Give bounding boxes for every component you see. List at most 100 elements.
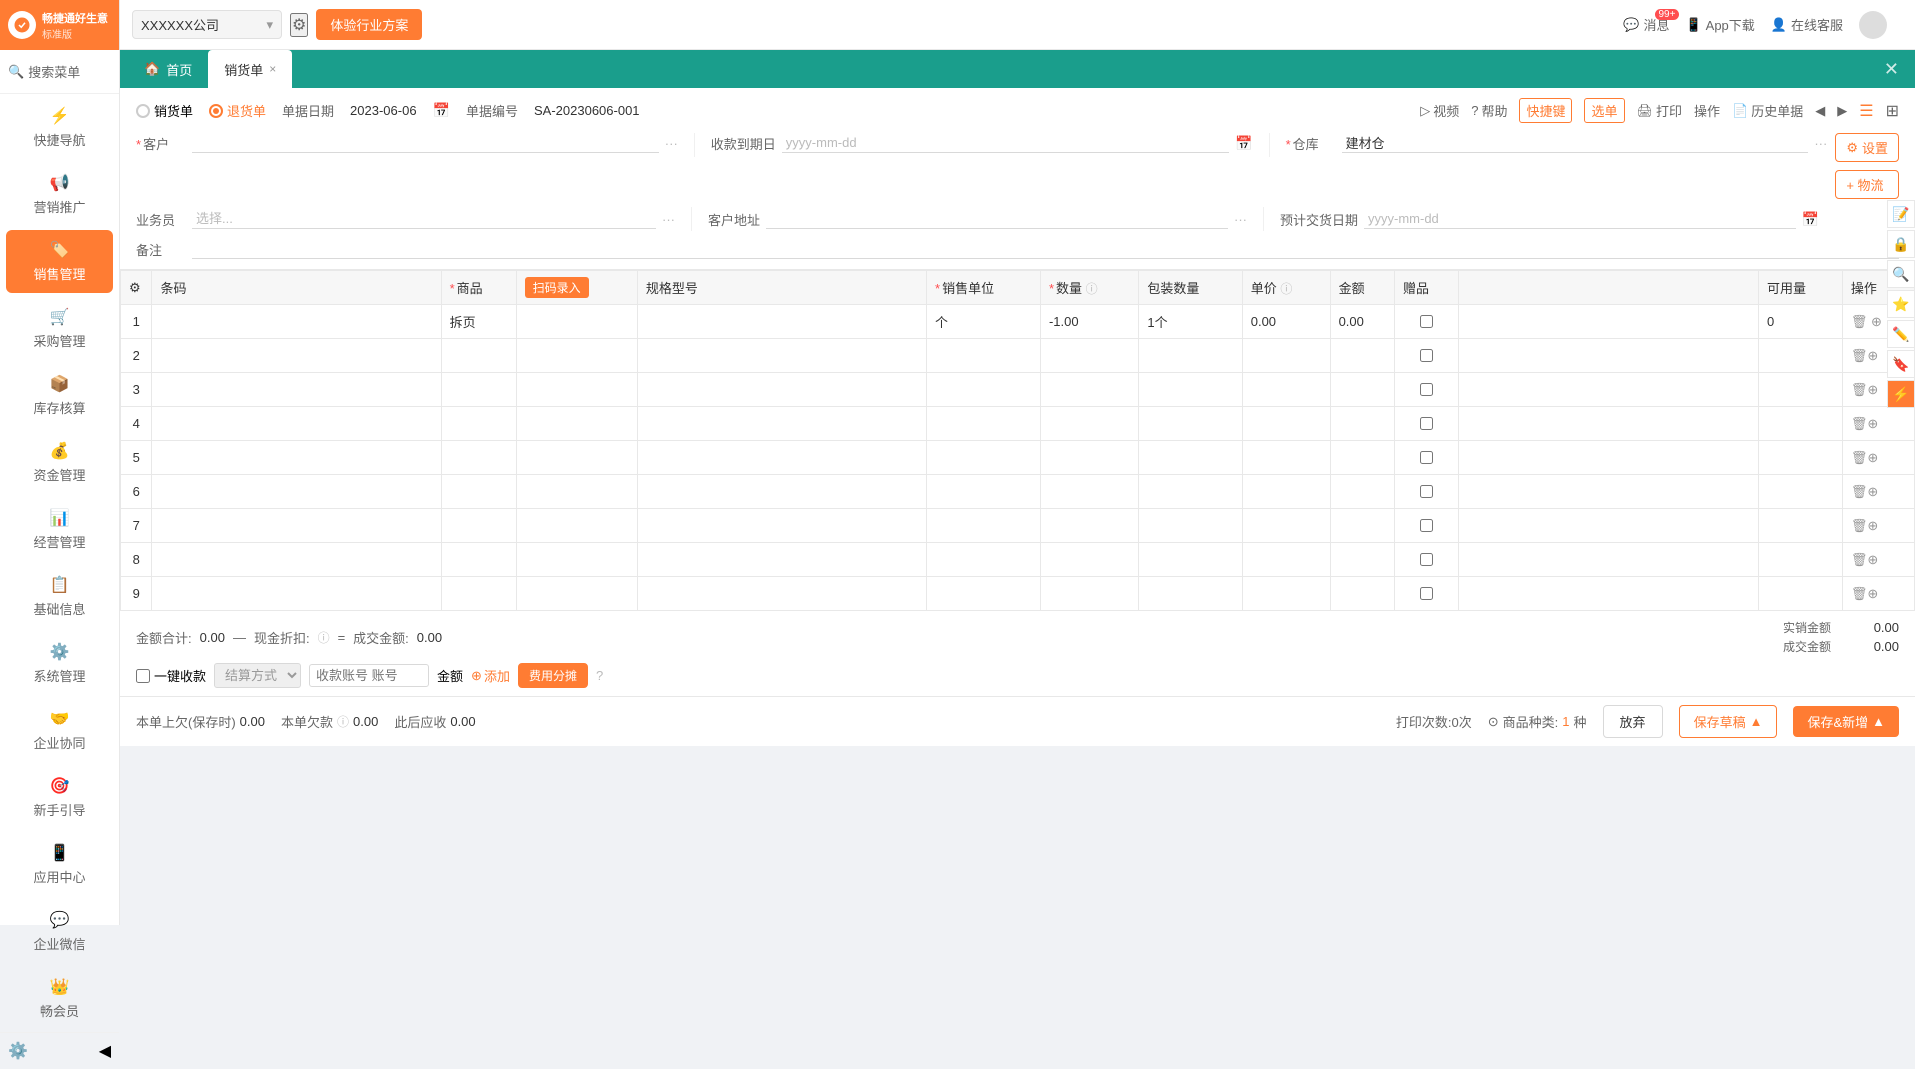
sidebar-item-member[interactable]: 👑 畅会员 [6,967,113,1030]
search-menu-button[interactable]: 🔍 搜索菜单 [8,58,111,85]
gift-checkbox[interactable] [1420,383,1433,396]
fee-split-button[interactable]: 费用分摊 [518,663,588,688]
view-list-icon[interactable]: ☰ [1859,101,1873,121]
payment-method-select[interactable]: 结算方式 [214,663,301,688]
video-btn[interactable]: ▷ 视频 [1420,101,1459,120]
account-input[interactable] [309,664,429,687]
trial-plan-button[interactable]: 体验行业方案 [316,9,422,40]
avatar[interactable] [1859,11,1887,39]
row-price[interactable]: 0.00 [1242,305,1330,339]
help-btn[interactable]: ? 帮助 [1471,101,1507,120]
view-grid-icon[interactable]: ⊞ [1886,101,1899,121]
sidebar-item-purchase[interactable]: 🛒 采购管理 [6,297,113,360]
copy-row-button[interactable]: ⊕ [1867,348,1878,364]
nav-next-icon[interactable]: ▶ [1837,103,1847,119]
sidebar-item-marketing[interactable]: 📢 营销推广 [6,163,113,226]
customer-dots[interactable]: ··· [665,136,678,151]
gift-checkbox[interactable] [1420,315,1433,328]
row-spec[interactable] [637,305,926,339]
gift-checkbox[interactable] [1420,485,1433,498]
expected-date-input[interactable] [1364,209,1796,229]
operate-btn[interactable]: 操作 [1694,101,1720,120]
online-service-button[interactable]: 👤 在线客服 [1771,15,1843,34]
radio-sale[interactable]: 销货单 [136,101,193,120]
expected-date-calendar-icon[interactable]: 📅 [1802,211,1819,228]
one-click-pay-checkbox[interactable] [136,669,150,683]
copy-row-button[interactable]: ⊕ [1867,484,1878,500]
gift-checkbox[interactable] [1420,349,1433,362]
company-selector[interactable]: XXXXXX公司 ▾ [132,10,282,39]
row-qty[interactable]: -1.00 [1040,305,1138,339]
due-date-calendar-icon[interactable]: 📅 [1235,135,1252,152]
gift-checkbox[interactable] [1420,451,1433,464]
scan-button[interactable]: 扫码录入 [525,277,589,298]
fee-help-icon[interactable]: ? [596,668,603,683]
copy-row-button[interactable]: ⊕ [1867,416,1878,432]
sidebar-item-sales[interactable]: 🏷️ 销售管理 [6,230,113,293]
sidebar-collapse-btn[interactable]: ◀ [99,1041,111,1061]
customer-input[interactable] [192,133,659,153]
float-btn-3[interactable]: 🔍 [1887,260,1915,288]
sidebar-item-base-info[interactable]: 📋 基础信息 [6,565,113,628]
tabbar-close-button[interactable]: ✕ [1876,59,1907,80]
add-payment-button[interactable]: ⊕ 添加 [471,666,510,685]
warehouse-dots[interactable]: ··· [1814,136,1827,151]
sidebar-item-app-center[interactable]: 📱 应用中心 [6,833,113,896]
row-barcode[interactable] [152,305,441,339]
delete-row-button[interactable]: 🗑 [1851,586,1868,602]
tab-sale-order[interactable]: 销货单 × [208,50,292,88]
save-draft-button[interactable]: 保存草稿 ▲ [1679,705,1778,738]
delete-row-button[interactable]: 🗑 [1851,314,1868,330]
radio-return[interactable]: 退货单 [209,101,266,120]
sidebar-item-inventory[interactable]: 📦 库存核算 [6,364,113,427]
discard-button[interactable]: 放弃 [1603,705,1663,738]
delete-row-button[interactable]: 🗑 [1851,382,1868,398]
delete-row-button[interactable]: 🗑 [1851,416,1868,432]
delete-row-button[interactable]: 🗑 [1851,450,1868,466]
sidebar-item-finance[interactable]: 💰 资金管理 [6,431,113,494]
gift-checkbox[interactable] [1420,587,1433,600]
delete-row-button[interactable]: 🗑 [1851,484,1868,500]
customer-addr-dots[interactable]: ··· [1234,212,1247,227]
gift-checkbox[interactable] [1420,519,1433,532]
gift-checkbox[interactable] [1420,417,1433,430]
barcode-input[interactable] [160,314,432,329]
float-btn-7[interactable]: ⚡ [1887,380,1915,408]
delete-row-button[interactable]: 🗑 [1851,552,1868,568]
float-btn-5[interactable]: ✏️ [1887,320,1915,348]
save-new-button[interactable]: 保存&新增 ▲ [1793,706,1899,737]
spec-input[interactable] [646,314,918,329]
customer-addr-input[interactable] [766,209,1228,229]
float-btn-4[interactable]: ⭐ [1887,290,1915,318]
tab-close-icon[interactable]: × [269,62,276,76]
delete-row-button[interactable]: 🗑 [1851,348,1868,364]
copy-row-button[interactable]: ⊕ [1871,314,1882,330]
settings-gear-button[interactable]: ⚙ [290,13,308,37]
sidebar-item-wechat[interactable]: 💬 企业微信 [6,900,113,963]
nav-prev-icon[interactable]: ◀ [1815,103,1825,119]
select-btn[interactable]: 选单 [1584,98,1624,123]
shortcut-btn[interactable]: 快捷键 [1519,98,1572,123]
float-btn-1[interactable]: 📝 [1887,200,1915,228]
print-btn[interactable]: 🖨 打印 [1637,101,1683,120]
copy-row-button[interactable]: ⊕ [1867,586,1878,602]
sidebar-item-guide[interactable]: 🎯 新手引导 [6,766,113,829]
sidebar-item-collab[interactable]: 🤝 企业协同 [6,699,113,762]
logistics-button[interactable]: + 物流 [1835,170,1899,199]
doc-settings-button[interactable]: ⚙ 设置 [1835,133,1899,162]
row-amount[interactable]: 0.00 [1330,305,1394,339]
due-date-input[interactable] [782,133,1229,153]
gift-checkbox[interactable] [1420,553,1433,566]
warehouse-input[interactable] [1342,133,1809,153]
copy-row-button[interactable]: ⊕ [1867,450,1878,466]
salesperson-input[interactable] [192,209,656,229]
remark-input[interactable] [192,239,1899,259]
copy-row-button[interactable]: ⊕ [1867,552,1878,568]
float-btn-6[interactable]: 🔖 [1887,350,1915,378]
sidebar-settings-btn[interactable]: ⚙️ [8,1041,28,1061]
float-btn-2[interactable]: 🔒 [1887,230,1915,258]
row-gift[interactable] [1394,305,1458,339]
history-btn[interactable]: 📄 历史单据 [1732,101,1803,120]
sidebar-item-operations[interactable]: 📊 经营管理 [6,498,113,561]
message-button[interactable]: 💬 消息 99+ [1623,15,1669,34]
